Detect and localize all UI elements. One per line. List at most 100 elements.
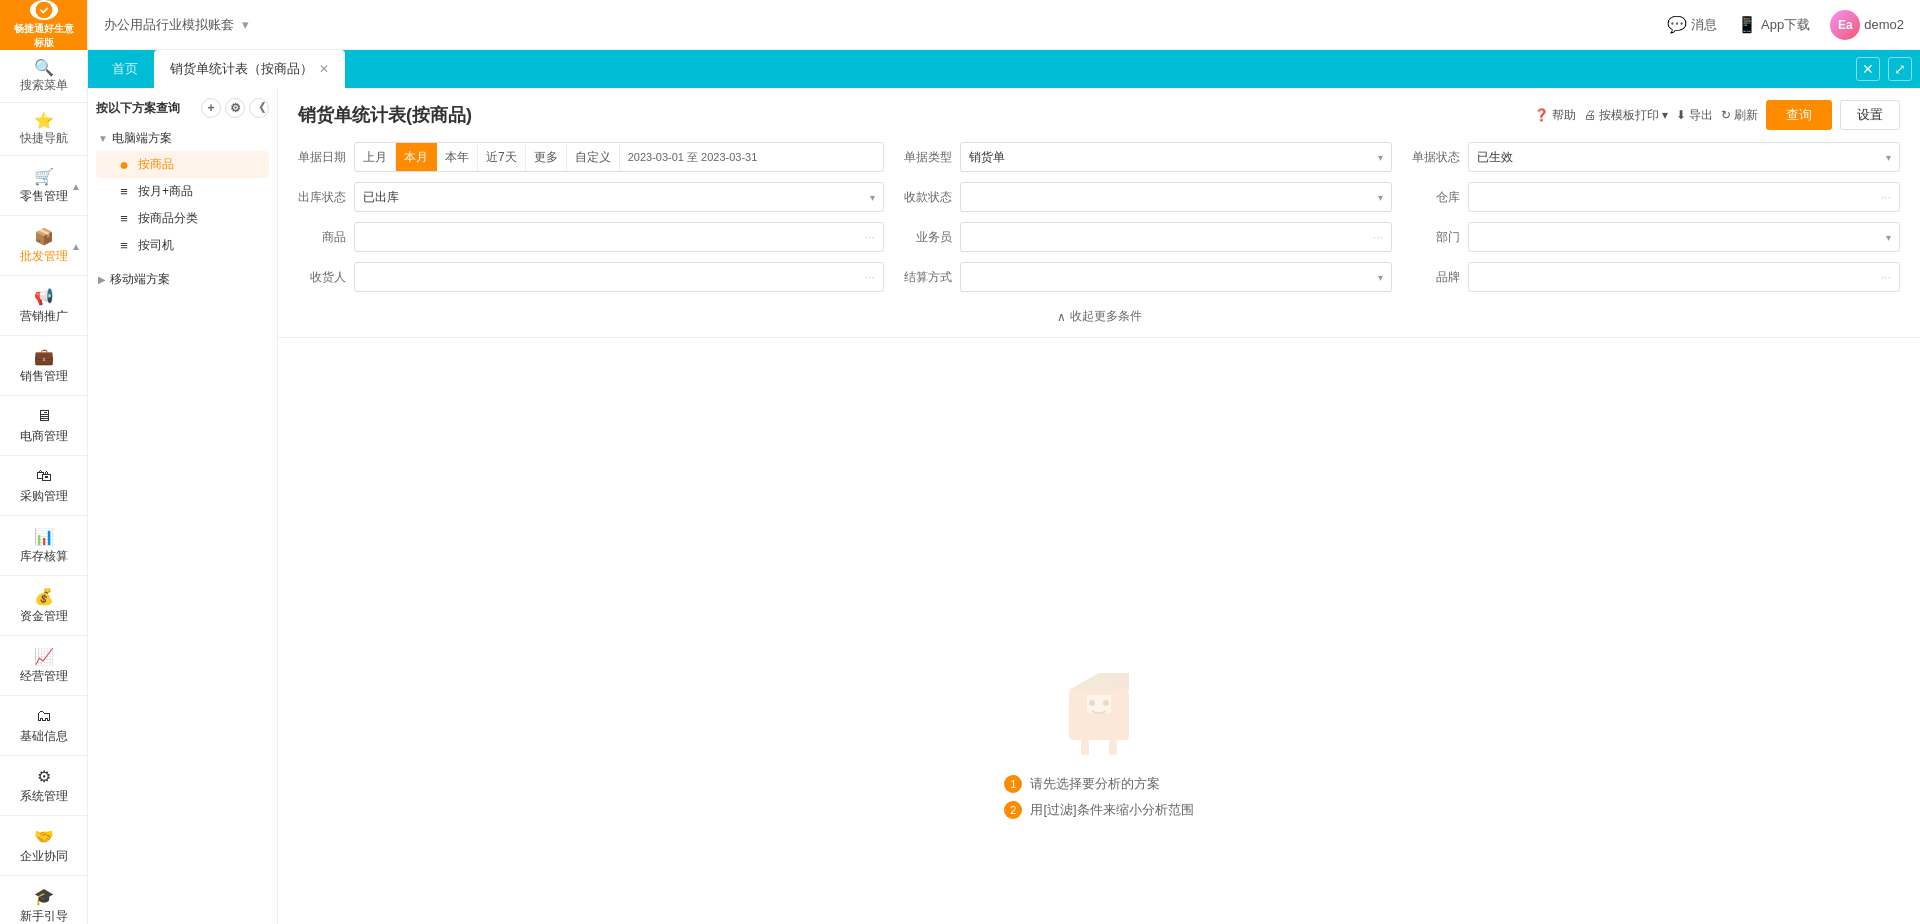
sidebar-item-corp[interactable]: 🤝 企业协同 [0, 816, 87, 876]
settings-button[interactable]: 设置 [1840, 100, 1900, 130]
left-panel-actions: + ⚙ 《 [201, 98, 269, 118]
tab-stat[interactable]: 销货单统计表（按商品） ✕ [154, 50, 345, 88]
sidebar-item-sales[interactable]: 💼 销售管理 [0, 336, 87, 396]
refresh-btn[interactable]: ↻ 刷新 [1721, 107, 1758, 124]
svg-rect-8 [1109, 740, 1117, 755]
doc-type-value: 销货单 [969, 149, 1005, 166]
dept-select[interactable]: ▾ [1468, 222, 1900, 252]
collapse-label: 收起更多条件 [1070, 308, 1142, 325]
logo-icon [30, 0, 58, 20]
sidebar-item-purchase[interactable]: 🛍 采购管理 [0, 456, 87, 516]
sidebar-item-wholesale[interactable]: 📦 批发管理 ▲ [0, 216, 87, 276]
tip-num-2: 2 [1004, 801, 1022, 819]
sidebar-item-base[interactable]: 🗂 基础信息 [0, 696, 87, 756]
date-btn-more[interactable]: 更多 [526, 143, 567, 171]
date-filter: 上月 本月 本年 近7天 更多 自定义 2023-03-01 至 2023-03… [354, 142, 884, 172]
empty-state: 1 请先选择要分析的方案 2 用[过滤]条件来缩小分析范围 [278, 338, 1920, 924]
tab-home[interactable]: 首页 [96, 50, 154, 88]
quick-nav-label: 快捷导航 [20, 131, 68, 145]
date-btn-custom[interactable]: 自定义 [567, 143, 620, 171]
doc-status-select[interactable]: 已生效 ▾ [1468, 142, 1900, 172]
help-btn[interactable]: ❓ 帮助 [1534, 107, 1576, 124]
collapse-icon: ∧ [1057, 310, 1066, 324]
settings-scheme-btn[interactable]: ⚙ [225, 98, 245, 118]
tab-stat-close[interactable]: ✕ [319, 62, 329, 76]
out-status-select[interactable]: 已出库 ▾ [354, 182, 884, 212]
tip-num-1: 1 [1004, 775, 1022, 793]
svg-rect-7 [1081, 740, 1089, 755]
tree-item-by-category[interactable]: ≡ 按商品分类 [96, 205, 269, 232]
by-company-icon: ≡ [116, 238, 132, 254]
sidebar-item-marketing[interactable]: 📢 营销推广 [0, 276, 87, 336]
tab-controls: ✕ ⤢ [1856, 57, 1912, 81]
sidebar-item-operation[interactable]: 📈 经营管理 [0, 636, 87, 696]
tree-item-by-month-product[interactable]: ≡ 按月+商品 [96, 178, 269, 205]
sidebar-item-finance[interactable]: 💰 资金管理 [0, 576, 87, 636]
tree-pc-section: ▼ 电脑端方案 ● 按商品 ≡ 按月+商品 ≡ 按商品分类 ≡ 按司机 [96, 126, 269, 259]
left-panel-title: 按以下方案查询 [96, 100, 180, 117]
refresh-label: 刷新 [1734, 107, 1758, 124]
form-title-actions: ❓ 帮助 🖨 按模板打印 ▾ ⬇ 导出 ↻ [1534, 100, 1900, 130]
export-icon: ⬇ [1676, 108, 1686, 122]
sidebar-item-retail[interactable]: 🛒 零售管理 ▲ [0, 156, 87, 216]
industry-dropdown-icon[interactable]: ▾ [242, 17, 249, 32]
date-btn-7days[interactable]: 近7天 [478, 143, 526, 171]
sidebar-item-ecom[interactable]: 🖥 电商管理 [0, 396, 87, 456]
date-btn-this-year[interactable]: 本年 [437, 143, 478, 171]
empty-tip-2-text: 用[过滤]条件来缩小分析范围 [1030, 801, 1193, 819]
tab-maximize-btn[interactable]: ⤢ [1888, 57, 1912, 81]
app-download-btn[interactable]: 📱 App下载 [1737, 15, 1810, 34]
sidebar-item-newbie[interactable]: 🎓 新手引导 [0, 876, 87, 924]
user-btn[interactable]: Ea demo2 [1830, 10, 1904, 40]
empty-tip-2: 2 用[过滤]条件来缩小分析范围 [1004, 801, 1193, 819]
tree-mobile-label: 移动端方案 [110, 271, 170, 288]
doc-type-select[interactable]: 销货单 ▾ [960, 142, 1392, 172]
tree-mobile-title[interactable]: ▶ 移动端方案 [96, 267, 269, 292]
tree-item-by-product[interactable]: ● 按商品 [96, 151, 269, 178]
query-button[interactable]: 查询 [1766, 100, 1832, 130]
tree-pc-title[interactable]: ▼ 电脑端方案 [96, 126, 269, 151]
sidebar-item-ecom-label: 电商管理 [20, 428, 68, 445]
doc-status-arrow-icon: ▾ [1886, 152, 1891, 163]
quick-nav[interactable]: ⭐ 快捷导航 [0, 103, 87, 156]
sidebar-item-wholesale-label: 批发管理 [20, 248, 68, 265]
settlement-select[interactable]: ▾ [960, 262, 1392, 292]
sidebar-item-newbie-label: 新手引导 [20, 908, 68, 924]
by-category-icon: ≡ [116, 211, 132, 227]
message-btn[interactable]: 💬 消息 [1667, 15, 1717, 34]
sidebar-item-inventory[interactable]: 📊 库存核算 [0, 516, 87, 576]
salesman-select[interactable]: ··· [960, 222, 1392, 252]
salesman-filter-group: 业务员 ··· [904, 222, 1392, 252]
salesman-label: 业务员 [904, 229, 960, 246]
date-btn-this-month[interactable]: 本月 [396, 143, 437, 171]
newbie-icon: 🎓 [34, 886, 54, 906]
collapse-row[interactable]: ∧ 收起更多条件 [298, 302, 1900, 329]
finance-icon: 💰 [34, 586, 54, 606]
date-filter-inner: 上月 本月 本年 近7天 更多 自定义 2023-03-01 至 2023-03… [354, 142, 884, 172]
brand-select[interactable]: ··· [1468, 262, 1900, 292]
tree-item-by-company[interactable]: ≡ 按司机 [96, 232, 269, 259]
wholesale-icon: 📦 [34, 226, 54, 246]
user-label: demo2 [1864, 17, 1904, 32]
warehouse-select[interactable]: ··· [1468, 182, 1900, 212]
by-month-product-label: 按月+商品 [138, 183, 193, 200]
collapse-panel-btn[interactable]: 《 [249, 98, 269, 118]
payment-status-filter-group: 收款状态 ▾ [904, 182, 1392, 212]
receiver-select[interactable]: ··· [354, 262, 884, 292]
tab-close-btn[interactable]: ✕ [1856, 57, 1880, 81]
product-select[interactable]: ··· [354, 222, 884, 252]
sidebar-item-retail-label: 零售管理 [20, 188, 68, 205]
payment-status-select[interactable]: ▾ [960, 182, 1392, 212]
print-btn[interactable]: 🖨 按模板打印 ▾ [1584, 107, 1668, 124]
add-scheme-btn[interactable]: + [201, 98, 221, 118]
top-nav-right: 💬 消息 📱 App下载 Ea demo2 [1667, 10, 1904, 40]
date-btn-last-month[interactable]: 上月 [355, 143, 396, 171]
out-status-filter-group: 出库状态 已出库 ▾ [298, 182, 884, 212]
base-icon: 🗂 [34, 706, 54, 726]
export-btn[interactable]: ⬇ 导出 [1676, 107, 1713, 124]
search-menu-label: 搜索菜单 [20, 78, 68, 92]
sidebar-item-system[interactable]: ⚙ 系统管理 [0, 756, 87, 816]
empty-tip-1-text: 请先选择要分析的方案 [1030, 775, 1160, 793]
out-status-arrow-icon: ▾ [870, 192, 875, 203]
search-menu[interactable]: 🔍 搜索菜单 [0, 50, 87, 103]
